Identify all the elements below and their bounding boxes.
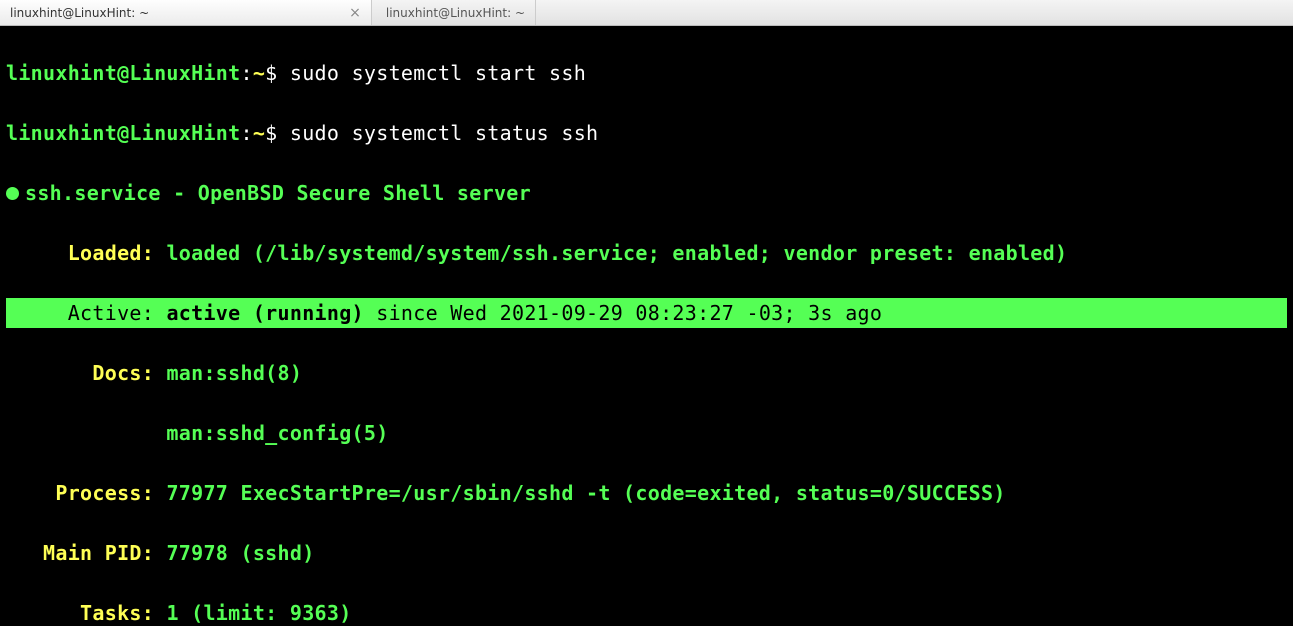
process-value: 77977 ExecStartPre=/usr/sbin/sshd -t (co… <box>166 481 1005 505</box>
active-line: Active: active (running) since Wed 2021-… <box>6 298 1287 328</box>
tasks-value: 1 (limit: 9363) <box>166 601 351 625</box>
tab-title: linuxhint@LinuxHint: ~ <box>386 6 525 20</box>
tasks-label: Tasks: <box>6 601 166 625</box>
terminal-tab-1[interactable]: linuxhint@LinuxHint: ~ × <box>0 0 372 25</box>
tab-bar: linuxhint@LinuxHint: ~ × linuxhint@Linux… <box>0 0 1293 26</box>
prompt-path: ~ <box>253 121 265 145</box>
docs-value-2: man:sshd_config(5) <box>6 421 389 445</box>
process-label: Process: <box>6 481 166 505</box>
status-dot-icon <box>6 187 19 200</box>
prompt-userhost: linuxhint@LinuxHint <box>6 61 240 85</box>
service-header: ssh.service - OpenBSD Secure Shell serve… <box>6 178 1287 208</box>
docs-line-2: man:sshd_config(5) <box>6 418 1287 448</box>
prompt-colon: : <box>240 121 252 145</box>
prompt-line: linuxhint@LinuxHint:~$ sudo systemctl st… <box>6 58 1287 88</box>
loaded-value: loaded (/lib/systemd/system/ssh.service;… <box>166 241 1067 265</box>
service-name: ssh.service - OpenBSD Secure Shell serve… <box>25 181 531 205</box>
terminal-tab-2[interactable]: linuxhint@LinuxHint: ~ <box>372 0 536 25</box>
docs-line: Docs: man:sshd(8) <box>6 358 1287 388</box>
prompt-dollar: $ <box>265 121 277 145</box>
active-label: Active: <box>6 301 166 325</box>
terminal-output[interactable]: linuxhint@LinuxHint:~$ sudo systemctl st… <box>0 26 1293 626</box>
prompt-dollar: $ <box>265 61 277 85</box>
command-text: sudo systemctl status ssh <box>290 121 599 145</box>
prompt-colon: : <box>240 61 252 85</box>
process-line: Process: 77977 ExecStartPre=/usr/sbin/ss… <box>6 478 1287 508</box>
docs-value: man:sshd(8) <box>166 361 302 385</box>
prompt-path: ~ <box>253 61 265 85</box>
docs-label: Docs: <box>6 361 166 385</box>
tab-title: linuxhint@LinuxHint: ~ <box>10 6 149 20</box>
mainpid-label: Main PID: <box>6 541 166 565</box>
command-text: sudo systemctl start ssh <box>290 61 586 85</box>
mainpid-line: Main PID: 77978 (sshd) <box>6 538 1287 568</box>
close-icon[interactable]: × <box>349 5 361 21</box>
tasks-line: Tasks: 1 (limit: 9363) <box>6 598 1287 626</box>
loaded-label: Loaded: <box>6 241 166 265</box>
active-since: since Wed 2021-09-29 08:23:27 -03; 3s ag… <box>364 301 882 325</box>
prompt-line: linuxhint@LinuxHint:~$ sudo systemctl st… <box>6 118 1287 148</box>
loaded-line: Loaded: loaded (/lib/systemd/system/ssh.… <box>6 238 1287 268</box>
active-status: active (running) <box>166 301 363 325</box>
prompt-userhost: linuxhint@LinuxHint <box>6 121 240 145</box>
mainpid-value: 77978 (sshd) <box>166 541 314 565</box>
